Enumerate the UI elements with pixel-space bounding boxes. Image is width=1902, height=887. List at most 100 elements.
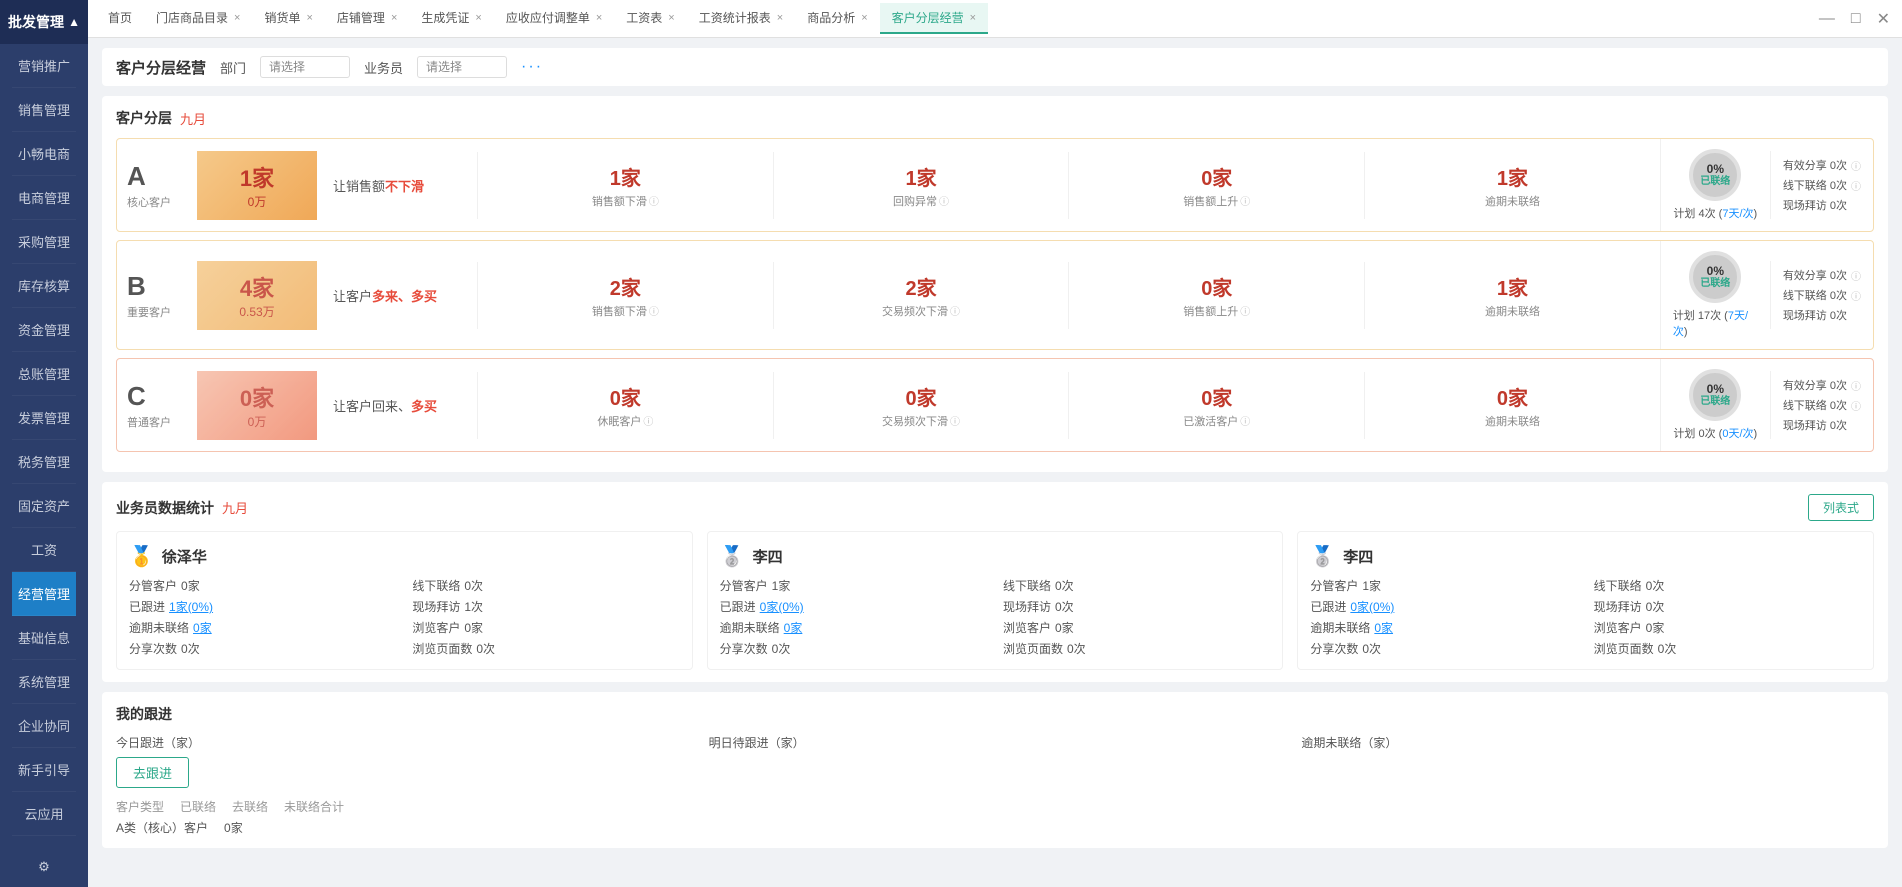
staff-stat-val[interactable]: 0家 <box>193 619 212 636</box>
sidebar-item-企业协同[interactable]: 企业协同 <box>12 704 76 748</box>
sidebar-item-经营管理[interactable]: 经营管理 <box>12 572 76 616</box>
sidebar-item-资金管理[interactable]: 资金管理 <box>12 308 76 352</box>
tier-row-B: B重要客户4家0.53万让客户多来、多买2家销售额下滑 ⓘ2家交易频次下滑 ⓘ0… <box>116 240 1874 350</box>
staff-label: 业务员 <box>364 58 403 77</box>
plan-link-${tier.letter}[interactable]: 7天/次 <box>1673 310 1748 338</box>
sidebar-collapse-icon[interactable]: ▲ <box>68 15 80 29</box>
sidebar-item-工资[interactable]: 工资 <box>12 528 76 572</box>
tab-close-应收应付调整单[interactable]: × <box>596 12 602 24</box>
info-icon[interactable]: ⓘ <box>950 303 960 318</box>
close-window-icon[interactable]: ✕ <box>1873 7 1894 31</box>
info-icon[interactable]: ⓘ <box>1851 378 1861 393</box>
tab-close-生成凭证[interactable]: × <box>475 12 481 24</box>
tier-label-B: B重要客户 <box>117 255 197 336</box>
sidebar-item-营销推广[interactable]: 营销推广 <box>12 44 76 88</box>
staff-stat-row-2-4: 逾期未联络 0家 <box>1310 619 1577 636</box>
sidebar-item-云应用[interactable]: 云应用 <box>12 792 76 836</box>
dept-select[interactable]: 请选择 <box>260 56 350 78</box>
circle-label-B: 已联络 <box>1700 278 1730 290</box>
staff-stat-label: 线下联络 <box>1594 577 1642 594</box>
sidebar-item-电商管理[interactable]: 电商管理 <box>12 176 76 220</box>
sidebar-item-固定资产[interactable]: 固定资产 <box>12 484 76 528</box>
list-view-button[interactable]: 列表式 <box>1808 494 1874 521</box>
info-icon[interactable]: ⓘ <box>649 193 659 208</box>
stat-label: 休眠客户 ⓘ <box>597 413 653 429</box>
circle-pct-B: 0% <box>1707 264 1724 278</box>
staff-stat-val[interactable]: 0家(0%) <box>760 598 804 615</box>
tab-close-门店商品目录[interactable]: × <box>234 12 240 24</box>
info-icon[interactable]: ⓘ <box>649 303 659 318</box>
info-icon[interactable]: ⓘ <box>643 413 653 428</box>
circle-progress-B: 0% 已联络 <box>1689 251 1741 303</box>
content-area: 客户分层经营 部门 请选择 业务员 请选择 ··· 客户分层 九月 A核心客户1… <box>88 38 1902 887</box>
info-icon[interactable]: ⓘ <box>1851 288 1861 303</box>
info-icon[interactable]: ⓘ <box>1851 178 1861 193</box>
tab-工资表[interactable]: 工资表× <box>614 3 686 34</box>
tab-close-客户分层经营[interactable]: × <box>970 12 976 24</box>
tab-close-店铺管理[interactable]: × <box>391 12 397 24</box>
info-icon[interactable]: ⓘ <box>1240 193 1250 208</box>
tab-门店商品目录[interactable]: 门店商品目录× <box>144 3 252 34</box>
tab-店铺管理[interactable]: 店铺管理× <box>325 3 409 34</box>
tab-bar: 首页门店商品目录×销货单×店铺管理×生成凭证×应收应付调整单×工资表×工资统计报… <box>88 0 1902 38</box>
sidebar-item-采购管理[interactable]: 采购管理 <box>12 220 76 264</box>
sidebar-item-基础信息[interactable]: 基础信息 <box>12 616 76 660</box>
plan-link-${tier.letter}[interactable]: 0天/次 <box>1722 428 1753 440</box>
staff-stats-grid-2: 分管客户 1家线下联络 0次已跟进 0家(0%)现场拜访 0次逾期未联络 0家浏… <box>1310 577 1861 657</box>
follow-col-header-contacted: 已联络 <box>180 798 216 815</box>
sidebar-item-小畅电商[interactable]: 小畅电商 <box>12 132 76 176</box>
today-follow-label: 今日跟进（家） <box>116 734 689 751</box>
staff-stat-val[interactable]: 0家 <box>1374 619 1393 636</box>
staff-name-2: 李四 <box>1343 546 1373 567</box>
sidebar-item-新手引导[interactable]: 新手引导 <box>12 748 76 792</box>
tab-close-销货单[interactable]: × <box>306 12 312 24</box>
tab-close-工资表[interactable]: × <box>668 12 674 24</box>
plan-link-${tier.letter}[interactable]: 7天/次 <box>1722 208 1753 220</box>
sidebar-item-系统管理[interactable]: 系统管理 <box>12 660 76 704</box>
a-customer-label: A类（核心）客户 <box>116 819 208 836</box>
info-icon[interactable]: ⓘ <box>950 413 960 428</box>
info-icon[interactable]: ⓘ <box>1240 303 1250 318</box>
tab-生成凭证[interactable]: 生成凭证× <box>409 3 493 34</box>
sidebar-item-销售管理[interactable]: 销售管理 <box>12 88 76 132</box>
info-icon[interactable]: ⓘ <box>1851 268 1861 283</box>
staff-stat-row-1-1: 线下联络 0次 <box>1003 577 1270 594</box>
tier-amount-A: 0万 <box>248 193 267 210</box>
staff-stat-val[interactable]: 1家(0%) <box>169 598 213 615</box>
right-stat-现场拜访: 现场拜访 0次 <box>1783 417 1861 433</box>
tab-工资统计报表[interactable]: 工资统计报表× <box>687 3 795 34</box>
info-icon[interactable]: ⓘ <box>1851 158 1861 173</box>
tab-销货单[interactable]: 销货单× <box>252 3 324 34</box>
tab-close-商品分析[interactable]: × <box>861 12 867 24</box>
stat-label: 销售额下滑 ⓘ <box>592 303 659 319</box>
sidebar-header[interactable]: 批发管理 ▲ <box>0 0 88 44</box>
stat-label: 逾期未联络 <box>1485 193 1540 209</box>
tab-商品分析[interactable]: 商品分析× <box>795 3 879 34</box>
right-stat-label: 有效分享 0次 <box>1783 377 1847 393</box>
tab-close-工资统计报表[interactable]: × <box>777 12 783 24</box>
tab-应收应付调整单[interactable]: 应收应付调整单× <box>494 3 614 34</box>
minimize-icon[interactable]: — <box>1815 8 1839 30</box>
staff-select[interactable]: 请选择 <box>417 56 507 78</box>
right-stat-label: 线下联络 0次 <box>1783 397 1847 413</box>
sidebar-item-库存核算[interactable]: 库存核算 <box>12 264 76 308</box>
maximize-icon[interactable]: □ <box>1847 8 1865 30</box>
sidebar-item-税务管理[interactable]: 税务管理 <box>12 440 76 484</box>
tab-客户分层经营[interactable]: 客户分层经营× <box>880 3 988 34</box>
tab-首页[interactable]: 首页 <box>96 3 144 34</box>
goto-follow-button[interactable]: 去跟进 <box>116 757 189 788</box>
staff-stat-val[interactable]: 0家(0%) <box>1350 598 1394 615</box>
stat-count: 0家 <box>1201 162 1232 191</box>
staff-stat-label: 分享次数 <box>1310 640 1358 657</box>
sidebar-item-总账管理[interactable]: 总账管理 <box>12 352 76 396</box>
info-icon[interactable]: ⓘ <box>1851 398 1861 413</box>
staff-stat-val[interactable]: 0家 <box>784 619 803 636</box>
right-stat-现场拜访: 现场拜访 0次 <box>1783 197 1861 213</box>
right-stat-线下联络: 线下联络 0次 ⓘ <box>1783 397 1861 413</box>
info-icon[interactable]: ⓘ <box>939 193 949 208</box>
tomorrow-follow-label: 明日待跟进（家） <box>709 734 1282 751</box>
settings-icon[interactable]: ⚙ <box>0 847 88 887</box>
info-icon[interactable]: ⓘ <box>1240 413 1250 428</box>
more-filters-icon[interactable]: ··· <box>521 58 543 76</box>
sidebar-item-发票管理[interactable]: 发票管理 <box>12 396 76 440</box>
